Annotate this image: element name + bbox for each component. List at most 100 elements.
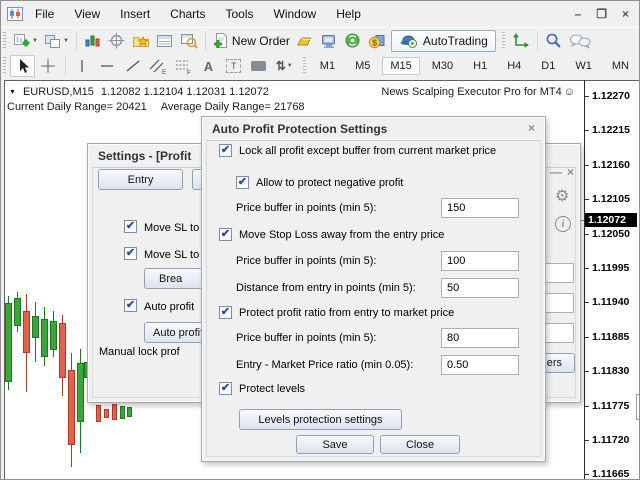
menu-view[interactable]: View: [64, 3, 110, 25]
community-icon: [321, 34, 335, 48]
menu-tools[interactable]: Tools: [216, 3, 264, 25]
restore-button[interactable]: ❐: [596, 7, 607, 21]
arrows-tool[interactable]: ⇅ ▼: [272, 55, 297, 77]
chat-button[interactable]: [566, 30, 594, 52]
gold-bar-icon: [297, 37, 312, 46]
new-order-icon: [213, 33, 227, 48]
toolbar-grip[interactable]: [302, 57, 306, 75]
cursor-tool[interactable]: [9, 55, 36, 77]
price-tick-label: 1.12270: [592, 90, 630, 102]
chevron-down-icon: ▼: [286, 63, 293, 69]
menu-insert[interactable]: Insert: [110, 3, 160, 25]
data-window-icon: [157, 34, 173, 47]
gear-icon[interactable]: ⚙: [555, 189, 569, 205]
info-icon[interactable]: i: [555, 216, 571, 232]
vertical-line-tool[interactable]: [69, 55, 94, 77]
price-buffer-3-input[interactable]: [441, 328, 519, 348]
price-tick-label: 1.11830: [592, 365, 630, 378]
toolbar-grip[interactable]: [3, 31, 6, 50]
signals-button[interactable]: [341, 30, 365, 52]
profiles-button[interactable]: ▼: [41, 30, 72, 52]
chart-close: 1.12072: [229, 86, 269, 98]
close-dialog-button[interactable]: Close: [380, 435, 460, 454]
crosshair-tool[interactable]: [35, 55, 60, 77]
toolbar-grip[interactable]: [501, 31, 505, 50]
timeframe-w1[interactable]: W1: [567, 57, 600, 75]
minimize-button[interactable]: –: [575, 7, 582, 21]
check-icon: ✔: [237, 175, 248, 188]
check-icon: ✔: [125, 219, 136, 232]
negative-profit-checkbox[interactable]: ✔: [236, 176, 249, 189]
strategy-tester-button[interactable]: [177, 30, 201, 52]
favorites-button[interactable]: [129, 30, 153, 52]
profit-dialog-close-icon[interactable]: ×: [528, 122, 535, 134]
protect-levels-checkbox[interactable]: ✔: [219, 382, 232, 395]
new-order-button[interactable]: New Order: [210, 30, 293, 52]
timeframe-h4[interactable]: H4: [499, 57, 529, 75]
timeframe-m1[interactable]: M1: [312, 57, 343, 75]
menu-file[interactable]: File: [25, 3, 64, 25]
menu-charts[interactable]: Charts: [160, 3, 215, 25]
community-button[interactable]: [317, 30, 341, 52]
price-tick-label: 1.11885: [592, 330, 630, 343]
fibonacci-tool[interactable]: F: [171, 55, 196, 77]
price-buffer-2-input[interactable]: [441, 251, 519, 271]
timeframe-m5[interactable]: M5: [347, 57, 378, 75]
move-stop-loss-checkbox[interactable]: ✔: [219, 228, 232, 241]
price-tick-mark: [585, 440, 589, 441]
entry-tab-button[interactable]: Entry: [98, 169, 183, 190]
chart-properties-button[interactable]: [509, 30, 533, 52]
negative-profit-label: Allow to protect negative profit: [256, 177, 404, 189]
search-button[interactable]: [542, 30, 566, 52]
trendline-tool[interactable]: [120, 55, 145, 77]
daily-range-info: Current Daily Range= 20421 Average Daily…: [7, 101, 305, 113]
levels-protection-button[interactable]: Levels protection settings: [239, 409, 402, 430]
toolbar-line-studies: E F A T ⇅ ▼ M1 M5 M15 M30 H1 H4 D1 W1 MN: [1, 53, 639, 79]
auto-profit-checkbox[interactable]: ✔: [124, 299, 137, 312]
text-tool[interactable]: A: [196, 55, 221, 77]
vertical-line-icon: [81, 60, 83, 72]
axes-icon: [513, 32, 530, 48]
entry-market-ratio-label: Entry - Market Price ratio (min 0.05):: [236, 359, 414, 371]
protect-ratio-checkbox[interactable]: ✔: [219, 306, 232, 319]
horizontal-line-icon: [101, 65, 114, 67]
timeframe-m30[interactable]: M30: [424, 57, 461, 75]
market-button[interactable]: $: [365, 30, 389, 52]
price-tick-label: 1.12160: [592, 158, 630, 171]
menu-window[interactable]: Window: [264, 3, 327, 25]
price-axis[interactable]: 1.12072 1.12270 1.12215 1.12160 1.12105 1.12…: [585, 80, 639, 480]
entry-market-ratio-input[interactable]: [441, 355, 519, 375]
price-buffer-1-label: Price buffer in points (min 5):: [236, 202, 377, 214]
smiley-icon: ☺: [563, 86, 575, 98]
new-order-label: New Order: [231, 33, 290, 48]
distance-entry-input[interactable]: [441, 278, 519, 298]
timeframe-d1[interactable]: D1: [533, 57, 563, 75]
timeframe-m15[interactable]: M15: [382, 57, 420, 75]
price-buffer-1-input[interactable]: [441, 198, 519, 218]
timeframe-mn[interactable]: MN: [604, 57, 637, 75]
shapes-tool[interactable]: [246, 55, 271, 77]
timeframe-h1[interactable]: H1: [465, 57, 495, 75]
data-window-button[interactable]: [153, 30, 177, 52]
price-tick-mark: [585, 302, 589, 304]
close-button[interactable]: ×: [622, 7, 629, 21]
horizontal-line-tool[interactable]: [95, 55, 120, 77]
menu-help[interactable]: Help: [326, 3, 371, 25]
text-label-tool[interactable]: T: [221, 55, 246, 77]
price-tick-label: 1.12050: [592, 227, 630, 240]
save-button[interactable]: Save: [296, 435, 374, 454]
move-sl-2-checkbox[interactable]: ✔: [124, 247, 137, 260]
gold-button[interactable]: [293, 30, 317, 52]
svg-text:E: E: [162, 69, 167, 75]
crosshair-button[interactable]: [105, 30, 129, 52]
new-chart-button[interactable]: ▼: [10, 30, 41, 52]
tick-chart-button[interactable]: [81, 30, 105, 52]
price-tick-mark: [585, 96, 589, 97]
move-sl-1-checkbox[interactable]: ✔: [124, 220, 137, 233]
price-tick-label: 1.11665: [592, 468, 630, 480]
symbol-dropdown-icon[interactable]: ▼: [9, 89, 16, 96]
toolbar-grip[interactable]: [3, 57, 6, 75]
autotrading-button[interactable]: AutoTrading: [390, 29, 496, 52]
channel-tool[interactable]: E: [145, 55, 170, 77]
lock-profit-checkbox[interactable]: ✔: [219, 144, 232, 157]
